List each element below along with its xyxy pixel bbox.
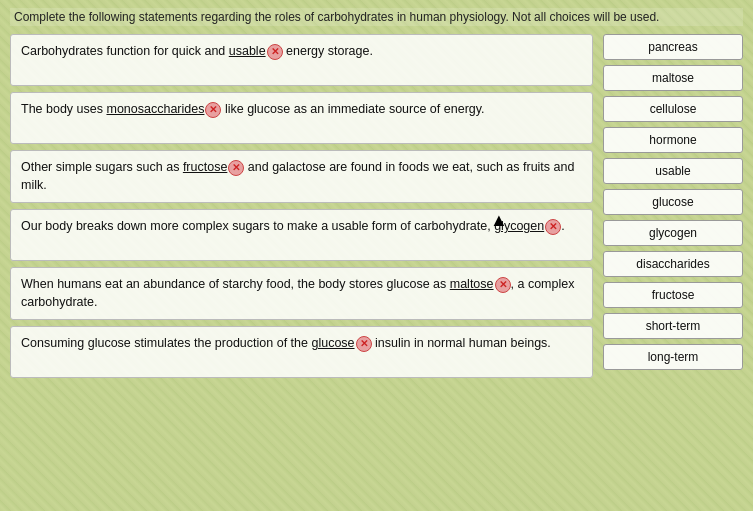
stmt4-answer: glycogen [494, 219, 544, 233]
instructions-text: Complete the following statements regard… [10, 8, 743, 26]
option-fructose[interactable]: fructose [603, 282, 743, 308]
stmt1-answer: usable [229, 44, 266, 58]
stmt3-badge[interactable]: ✕ [228, 160, 244, 176]
option-disaccharides[interactable]: disaccharides [603, 251, 743, 277]
option-glucose[interactable]: glucose [603, 189, 743, 215]
options-column: pancreas maltose cellulose hormone usabl… [603, 34, 743, 378]
option-glycogen[interactable]: glycogen [603, 220, 743, 246]
statement-6: Consuming glucose stimulates the product… [10, 326, 593, 378]
stmt6-text2: insulin in normal human beings. [372, 336, 551, 350]
stmt2-text2: like glucose as an immediate source of e… [221, 102, 484, 116]
stmt4-text1: Our body breaks down more complex sugars… [21, 219, 494, 233]
option-long-term[interactable]: long-term [603, 344, 743, 370]
stmt4-text2: . [561, 219, 564, 233]
option-pancreas[interactable]: pancreas [603, 34, 743, 60]
page-wrapper: Complete the following statements regard… [0, 0, 753, 386]
option-maltose[interactable]: maltose [603, 65, 743, 91]
stmt1-text2: energy storage. [283, 44, 373, 58]
stmt5-answer: maltose [450, 277, 494, 291]
stmt6-text1: Consuming glucose stimulates the product… [21, 336, 311, 350]
stmt3-answer: fructose [183, 160, 227, 174]
stmt2-badge[interactable]: ✕ [205, 102, 221, 118]
option-usable[interactable]: usable [603, 158, 743, 184]
stmt6-badge[interactable]: ✕ [356, 336, 372, 352]
statement-5: When humans eat an abundance of starchy … [10, 267, 593, 320]
stmt1-text1: Carbohydrates function for quick and [21, 44, 229, 58]
statement-1: Carbohydrates function for quick and usa… [10, 34, 593, 86]
stmt4-badge[interactable]: ✕ [545, 219, 561, 235]
stmt5-text1: When humans eat an abundance of starchy … [21, 277, 450, 291]
stmt1-badge[interactable]: ✕ [267, 44, 283, 60]
option-cellulose[interactable]: cellulose [603, 96, 743, 122]
main-layout: Carbohydrates function for quick and usa… [10, 34, 743, 378]
statement-2: The body uses monosaccharides✕ like gluc… [10, 92, 593, 144]
option-short-term[interactable]: short-term [603, 313, 743, 339]
statements-column: Carbohydrates function for quick and usa… [10, 34, 593, 378]
stmt6-answer: glucose [311, 336, 354, 350]
stmt2-text1: The body uses [21, 102, 106, 116]
statement-3: Other simple sugars such as fructose✕ an… [10, 150, 593, 203]
statement-4: Our body breaks down more complex sugars… [10, 209, 593, 261]
option-hormone[interactable]: hormone [603, 127, 743, 153]
stmt2-answer: monosaccharides [106, 102, 204, 116]
stmt3-text1: Other simple sugars such as [21, 160, 183, 174]
stmt5-badge[interactable]: ✕ [495, 277, 511, 293]
